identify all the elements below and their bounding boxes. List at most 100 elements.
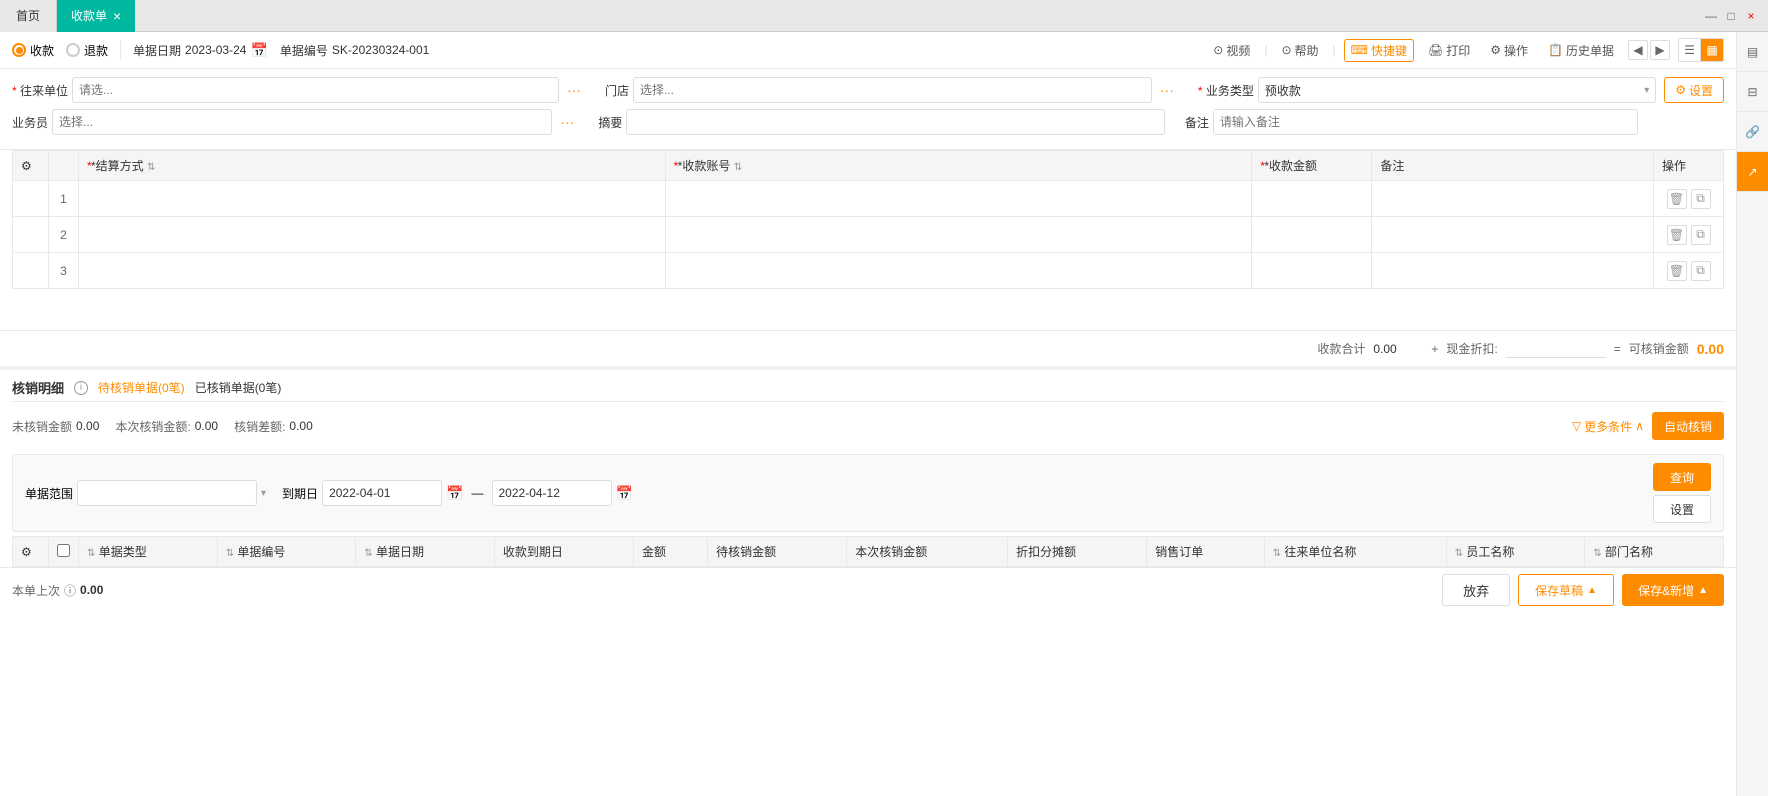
summary-input[interactable] (626, 109, 1164, 135)
tab-home[interactable]: 首页 (0, 0, 57, 32)
cal-to-icon[interactable]: 📅 (616, 485, 633, 502)
verify-col-pending: 待核销金额 (708, 537, 847, 567)
footer-info-icon[interactable]: ⓘ (64, 582, 76, 599)
equals-sign: = (1614, 342, 1621, 356)
diff-value: 0.00 (289, 419, 312, 433)
cell-amount-2[interactable] (1252, 217, 1372, 253)
help-button[interactable]: ⊙ 帮助 (1275, 40, 1324, 61)
col-amount[interactable]: * *收款金额 (1252, 151, 1372, 181)
cell-payment-2[interactable] (79, 217, 666, 253)
copy-icon-1[interactable]: ⧉ (1691, 189, 1711, 209)
operation-button[interactable]: ⚙ 操作 (1484, 40, 1534, 61)
list-view-button[interactable]: ☰ (1679, 39, 1701, 61)
date-value: 2023-03-24 (185, 43, 246, 57)
delete-icon-3[interactable]: 🗑 (1667, 261, 1687, 281)
row-num-2: 2 (49, 217, 79, 253)
counterpart-more-icon[interactable]: ··· (563, 82, 585, 98)
pending-tab[interactable]: 待核销单据(0笔) (98, 379, 185, 396)
uncancelled-stat: 未核销金额 0.00 (12, 418, 99, 435)
cell-notes-2[interactable] (1372, 217, 1654, 253)
verify-col-dept: ⇅ 部门名称 (1585, 537, 1724, 567)
store-more-icon[interactable]: ··· (1156, 82, 1178, 98)
done-tab[interactable]: 已核销单据(0笔) (195, 379, 282, 396)
print-button[interactable]: 🖨 打印 (1422, 40, 1476, 61)
store-input[interactable] (633, 77, 1152, 103)
shortcut-button[interactable]: ⌨ 快捷键 (1344, 39, 1414, 62)
calendar-icon[interactable]: 📅 (250, 42, 267, 59)
print-icon: 🖨 (1428, 43, 1443, 57)
range-input[interactable] (77, 480, 257, 506)
cal-from-icon[interactable]: 📅 (446, 485, 463, 502)
cell-notes-1[interactable] (1372, 181, 1654, 217)
receipt-radio[interactable]: 收款 (12, 42, 54, 59)
col-account[interactable]: * *收款账号 ⇅ (665, 151, 1252, 181)
staff-more-icon[interactable]: ··· (556, 114, 578, 130)
cell-notes-3[interactable] (1372, 253, 1654, 289)
verify-col-amount: 金额 (634, 537, 708, 567)
tab-close-icon[interactable]: × (113, 8, 121, 24)
save-new-button[interactable]: 保存&新增 ▲ (1622, 574, 1724, 606)
tab-receipt[interactable]: 收款单 × (57, 0, 135, 32)
business-type-select[interactable]: 预收款 ▾ (1258, 77, 1656, 103)
sidebar-icon-2[interactable]: ⊟ (1737, 72, 1768, 112)
save-draft-button[interactable]: 保存草稿 ▲ (1518, 574, 1614, 606)
more-conditions-button[interactable]: ▽ 更多条件 ∧ (1572, 418, 1644, 435)
cell-account-2[interactable] (665, 217, 1252, 253)
cell-account-3[interactable] (665, 253, 1252, 289)
save-new-arrow-icon: ▲ (1698, 585, 1708, 596)
cell-account-1[interactable] (665, 181, 1252, 217)
verify-info-icon[interactable]: i (74, 381, 88, 395)
copy-icon-2[interactable]: ⧉ (1691, 225, 1711, 245)
nav-arrows: ◀ ▶ (1628, 40, 1670, 60)
discount-input[interactable] (1506, 339, 1606, 358)
query-button[interactable]: 查询 (1653, 463, 1711, 491)
verify-settings-button[interactable]: 设置 (1653, 495, 1711, 523)
col-payment-method-label: *结算方式 (91, 159, 144, 173)
settings-button[interactable]: ⚙ 设置 (1664, 77, 1724, 103)
uncancelled-label: 未核销金额 (12, 418, 72, 435)
video-button[interactable]: ⊙ 视频 (1207, 40, 1256, 61)
verify-filter: ▽ 更多条件 ∧ 自动核销 (1572, 408, 1724, 444)
counterpart-input[interactable] (72, 77, 559, 103)
nav-prev-icon[interactable]: ◀ (1628, 40, 1648, 60)
footer-label: 本单上次 (12, 582, 60, 599)
sidebar-icon-1[interactable]: ▤ (1737, 32, 1768, 72)
verify-col-checkbox[interactable] (49, 537, 79, 567)
business-type-field: 业务类型 预收款 ▾ (1198, 77, 1656, 103)
minimize-button[interactable]: — (1702, 7, 1720, 25)
close-button[interactable]: × (1742, 7, 1760, 25)
col-settings[interactable]: ⚙ (13, 151, 49, 181)
footer-info: 本单上次 ⓘ 0.00 (12, 582, 103, 599)
sidebar-icon-3[interactable]: 🔗 (1737, 112, 1768, 152)
grid-view-button[interactable]: ▦ (1701, 39, 1723, 61)
cell-amount-1[interactable] (1252, 181, 1372, 217)
total-value: 0.00 (1373, 342, 1423, 356)
due-date-from-input[interactable] (322, 480, 442, 506)
staff-input[interactable] (52, 109, 552, 135)
table-row: 2 🗑 ⧉ (13, 217, 1724, 253)
verify-checkbox-all[interactable] (57, 544, 70, 557)
nav-next-icon[interactable]: ▶ (1650, 40, 1670, 60)
history-button[interactable]: 📋 历史单据 (1542, 40, 1620, 61)
notes-input[interactable] (1213, 109, 1638, 135)
due-date-to-input[interactable] (492, 480, 612, 506)
number-field: 单据编号 SK-20230324-001 (280, 42, 429, 59)
abandon-button[interactable]: 放弃 (1442, 574, 1510, 606)
delete-icon-1[interactable]: 🗑 (1667, 189, 1687, 209)
delete-icon-2[interactable]: 🗑 (1667, 225, 1687, 245)
sidebar-icon-4[interactable]: ↗ (1737, 152, 1768, 192)
copy-icon-3[interactable]: ⧉ (1691, 261, 1711, 281)
window-controls: — □ × (1702, 7, 1768, 25)
verify-table: ⚙ ⇅ 单据类型 ⇅ 单据编号 (12, 536, 1724, 567)
table-row: 1 🗑 ⧉ (13, 181, 1724, 217)
cell-payment-1[interactable] (79, 181, 666, 217)
col-action: 操作 (1654, 151, 1724, 181)
maximize-button[interactable]: □ (1722, 7, 1740, 25)
refund-radio[interactable]: 退款 (66, 42, 108, 59)
cell-payment-3[interactable] (79, 253, 666, 289)
table-settings-icon[interactable]: ⚙ (21, 159, 32, 173)
verify-col-settings[interactable]: ⚙ (13, 537, 49, 567)
auto-verify-button[interactable]: 自动核销 (1652, 412, 1724, 440)
cell-amount-3[interactable] (1252, 253, 1372, 289)
col-payment-method[interactable]: * *结算方式 ⇅ (79, 151, 666, 181)
